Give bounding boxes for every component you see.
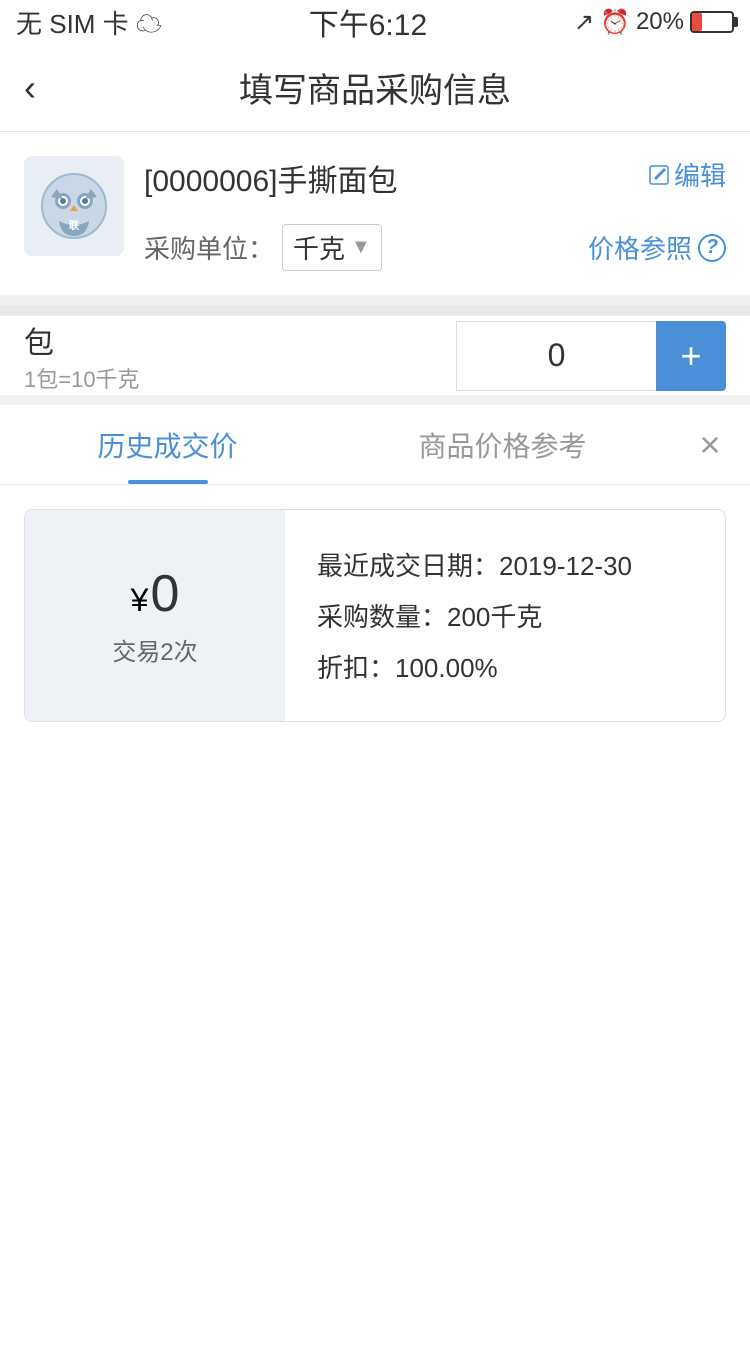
battery-icon	[690, 11, 734, 33]
edit-button[interactable]: 编辑	[648, 156, 726, 193]
product-section: 联 [0000006]手撕面包 编辑 采购单位： 千克 ▼	[0, 132, 750, 305]
unit-value: 千克	[293, 229, 345, 266]
tab-history-label: 历史成交价	[97, 425, 237, 465]
quantity-section: 包 1包=10千克 +	[0, 315, 750, 405]
status-left: 无 SIM 卡 ☁	[16, 4, 162, 41]
product-unit-row: 采购单位： 千克 ▼ 价格参照 ?	[144, 224, 726, 271]
discount-label: 折扣：	[317, 653, 395, 683]
price-card: ¥ 0 交易2次 最近成交日期：2019-12-30 采购数量：200千克 折扣…	[24, 509, 726, 722]
product-header: [0000006]手撕面包 编辑	[144, 156, 726, 200]
recent-date-label: 最近成交日期：	[317, 551, 499, 581]
status-right: ↗ ⏰ 20%	[574, 8, 734, 37]
purchase-qty-value: 200千克	[447, 602, 542, 632]
edit-icon	[648, 164, 670, 186]
price-amount: 0	[150, 564, 179, 624]
sim-text: 无 SIM 卡 ☁	[16, 4, 162, 41]
alarm-icon: ⏰	[600, 8, 630, 37]
section-divider	[0, 305, 750, 315]
price-ref-label: 价格参照	[588, 229, 692, 266]
unit-label: 采购单位：	[144, 229, 274, 266]
navigate-icon: ↗	[574, 8, 594, 37]
recent-date-row: 最近成交日期：2019-12-30	[317, 546, 693, 583]
recent-date-value: 2019-12-30	[499, 551, 632, 581]
nav-bar: ‹ 填写商品采购信息	[0, 44, 750, 132]
product-name: [0000006]手撕面包	[144, 156, 397, 200]
tab-active-indicator	[128, 480, 208, 484]
quantity-equiv-text: 1包=10千克	[24, 362, 140, 394]
product-info: [0000006]手撕面包 编辑 采购单位： 千克 ▼ 价格参照 ?	[144, 156, 726, 271]
quantity-input[interactable]	[456, 321, 656, 391]
card-container: ¥ 0 交易2次 最近成交日期：2019-12-30 采购数量：200千克 折扣…	[0, 485, 750, 746]
purchase-qty-label: 采购数量：	[317, 602, 447, 632]
tabs-bar: 历史成交价 商品价格参考 ×	[0, 405, 750, 485]
owl-logo-icon: 联	[39, 171, 109, 241]
unit-select[interactable]: 千克 ▼	[282, 224, 382, 271]
price-ref-button[interactable]: 价格参照 ?	[588, 229, 726, 266]
price-card-right: 最近成交日期：2019-12-30 采购数量：200千克 折扣：100.00%	[285, 510, 725, 721]
quantity-plus-button[interactable]: +	[656, 321, 726, 391]
quantity-label: 包 1包=10千克	[24, 318, 140, 394]
tab-price-ref-label: 商品价格参考	[418, 425, 586, 465]
quantity-unit-text: 包	[24, 318, 140, 362]
purchase-qty-row: 采购数量：200千克	[317, 597, 693, 634]
svg-text:联: 联	[69, 219, 79, 232]
tab-product-price-ref[interactable]: 商品价格参考	[335, 405, 670, 484]
quantity-input-group: +	[456, 321, 726, 391]
discount-value: 100.00%	[395, 653, 498, 683]
tab-history-price[interactable]: 历史成交价	[0, 405, 335, 484]
price-transactions: 交易2次	[112, 632, 197, 667]
product-thumb-inner: 联	[39, 171, 109, 241]
back-button[interactable]: ‹	[24, 67, 36, 109]
chevron-down-icon: ▼	[351, 236, 371, 259]
price-card-left: ¥ 0 交易2次	[25, 510, 285, 721]
edit-label: 编辑	[674, 156, 726, 193]
tabs-close-button[interactable]: ×	[670, 424, 750, 466]
info-icon: ?	[698, 234, 726, 262]
battery-percent: 20%	[636, 8, 684, 36]
status-time: 下午6:12	[309, 0, 427, 44]
page-title: 填写商品采购信息	[239, 63, 511, 112]
price-currency: ¥	[131, 582, 149, 619]
content-filler	[0, 746, 750, 1346]
discount-row: 折扣：100.00%	[317, 648, 693, 685]
product-thumbnail: 联	[24, 156, 124, 256]
status-bar: 无 SIM 卡 ☁ 下午6:12 ↗ ⏰ 20%	[0, 0, 750, 44]
